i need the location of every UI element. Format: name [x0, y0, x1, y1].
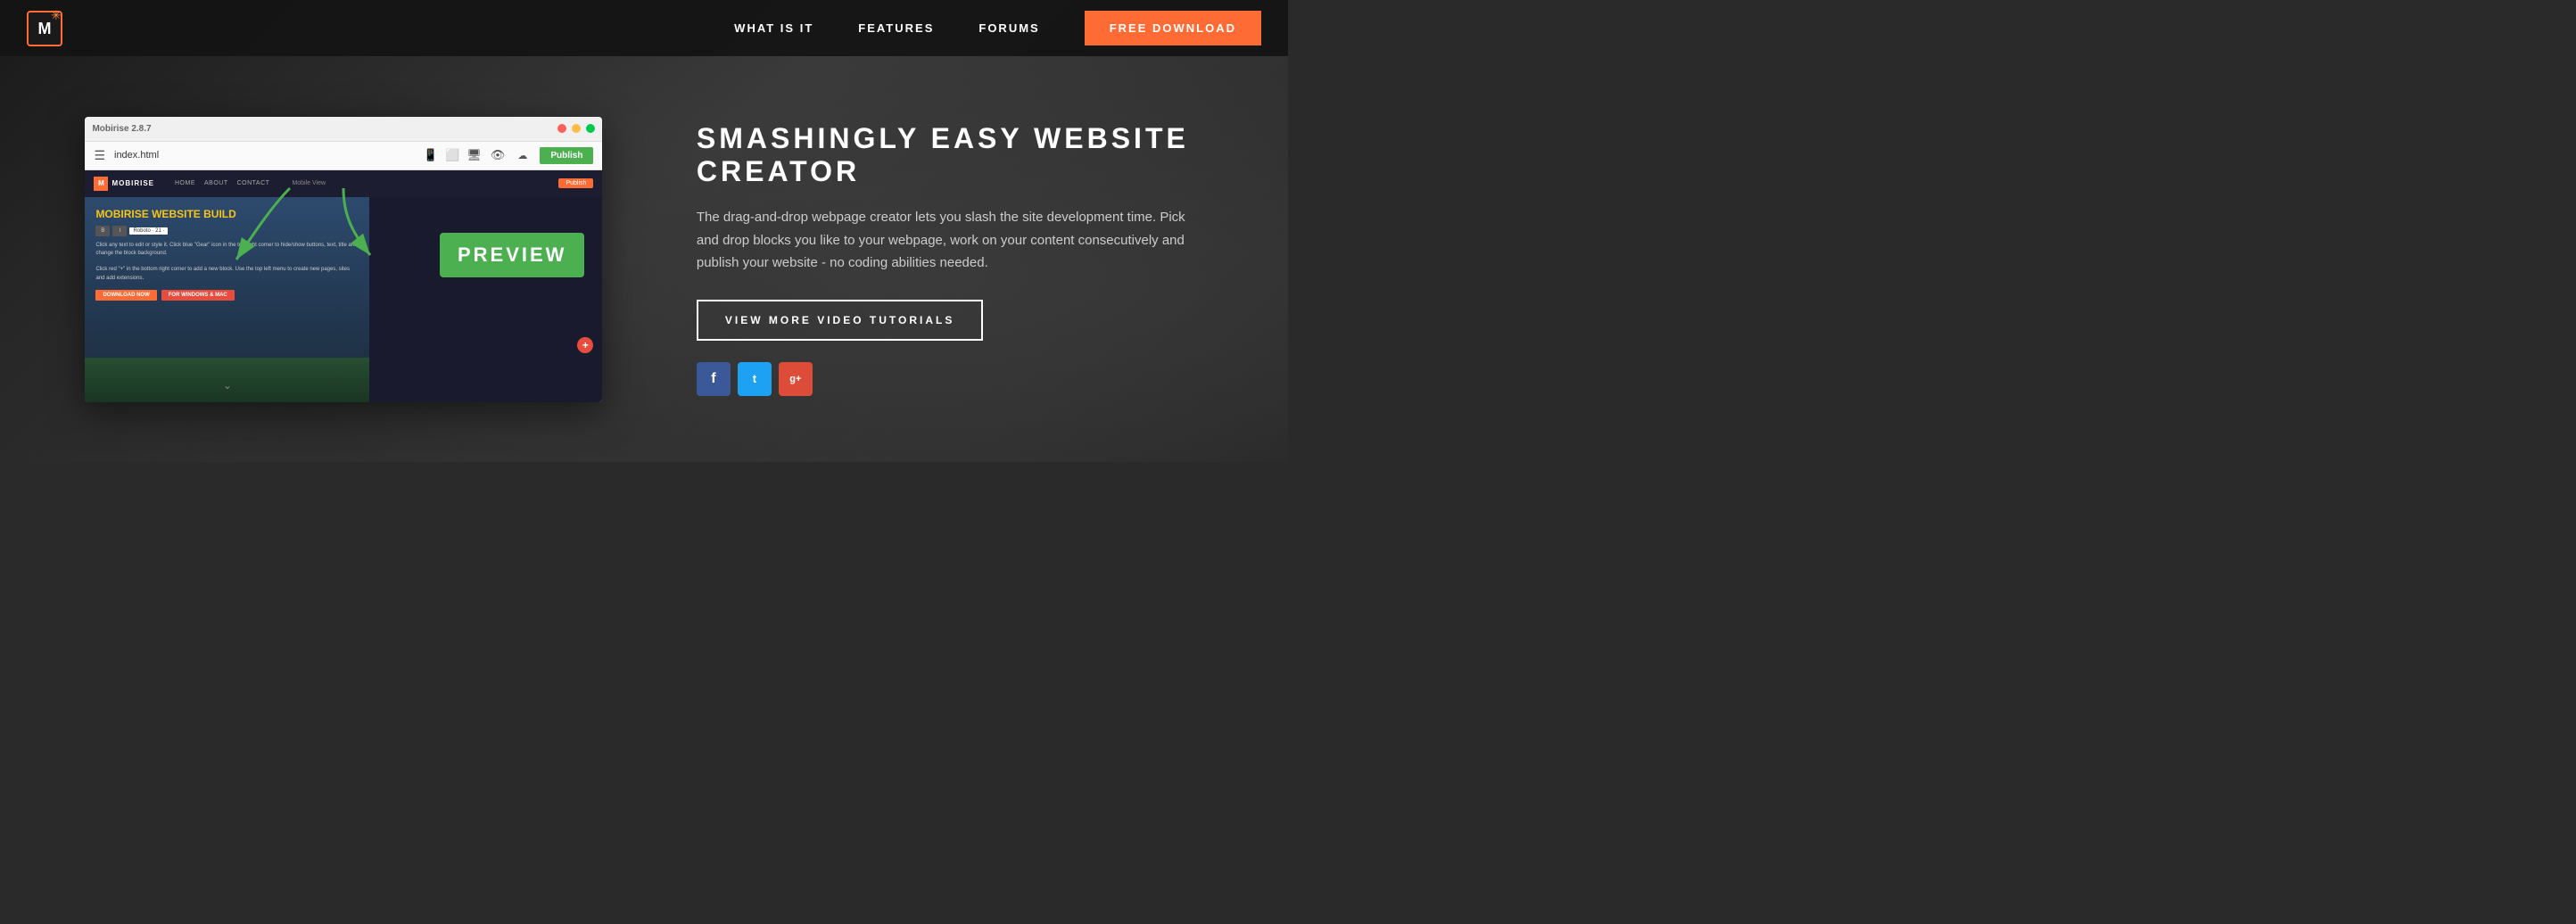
- inner-nav-home: HOME: [175, 180, 195, 186]
- logo: M ✳: [27, 11, 62, 46]
- close-btn[interactable]: [557, 124, 566, 133]
- logo-letter: M: [38, 21, 52, 37]
- twitter-icon: t: [753, 372, 756, 385]
- inner-hero-text-1: Click any text to edit or style it. Clic…: [95, 242, 359, 259]
- app-titlebar: Mobirise 2.8.7: [85, 117, 602, 142]
- tablet-icon[interactable]: ⬜: [445, 148, 459, 162]
- inner-windows-button[interactable]: FOR WINDOWS & MAC: [161, 290, 235, 301]
- titlebar-controls: [557, 124, 595, 133]
- right-section: SMASHINGLY EASY WEBSITE CREATOR The drag…: [670, 56, 1288, 462]
- googleplus-button[interactable]: g+: [779, 362, 813, 396]
- inner-action-buttons: DOWNLOAD NOW FOR WINDOWS & MAC: [95, 290, 359, 301]
- cloud-icon: ☁: [517, 150, 527, 161]
- facebook-button[interactable]: f: [697, 362, 731, 396]
- preview-overlay-button[interactable]: PREVIEW: [440, 233, 584, 277]
- googleplus-icon: g+: [789, 374, 801, 384]
- device-icons: 📱 ⬜ 🖥: [424, 148, 482, 162]
- inner-logo-box: M: [94, 177, 108, 191]
- bold-icon: B: [95, 226, 110, 236]
- filename-label: index.html: [114, 150, 415, 161]
- inner-nav-about: ABOUT: [204, 180, 228, 186]
- view-tutorials-button[interactable]: VIEW MORE VIDEO TUTORIALS: [697, 300, 983, 341]
- app-title: Mobirise 2.8.7: [92, 124, 151, 134]
- inner-preview: M MOBIRISE HOME ABOUT CONTACT Mobile Vie…: [85, 170, 602, 402]
- navbar-nav: WHAT IS IT FEATURES FORUMS FREE DOWNLOAD: [734, 11, 1261, 45]
- left-section: Mobirise 2.8.7 ☰ index.html 📱 ⬜ 🖥: [0, 56, 670, 462]
- twitter-button[interactable]: t: [738, 362, 772, 396]
- inner-hero-toolbar: B I Roboto · 21 ·: [95, 226, 359, 236]
- scroll-down-icon: ⌄: [223, 379, 232, 392]
- inner-publish-button[interactable]: Publish: [558, 178, 593, 188]
- hero-title-line1: SMASHINGLY EASY WEBSITE: [697, 122, 1189, 154]
- inner-content-area: MOBIRISE WEBSITE BUILD B I Roboto · 21 ·…: [85, 197, 602, 402]
- free-download-button[interactable]: FREE DOWNLOAD: [1085, 11, 1261, 45]
- app-toolbar: ☰ index.html 📱 ⬜ 🖥 👁 ☁ Publish: [85, 142, 602, 170]
- main-content: Mobirise 2.8.7 ☰ index.html 📱 ⬜ 🖥: [0, 56, 1288, 462]
- hero-title: SMASHINGLY EASY WEBSITE CREATOR: [697, 122, 1252, 188]
- social-buttons: f t g+: [697, 362, 1252, 396]
- inner-brand: MOBIRISE: [111, 179, 154, 187]
- facebook-icon: f: [711, 371, 715, 387]
- hero-title-line2: CREATOR: [697, 155, 860, 187]
- menu-icon[interactable]: ☰: [94, 148, 105, 163]
- inner-hero-title: MOBIRISE WEBSITE BUILD: [95, 208, 359, 220]
- minimize-btn[interactable]: [572, 124, 581, 133]
- nav-features[interactable]: FEATURES: [858, 21, 934, 35]
- inner-logo: M MOBIRISE: [94, 177, 154, 191]
- inner-nav-links: HOME ABOUT CONTACT: [175, 180, 269, 186]
- italic-icon: I: [112, 226, 127, 236]
- desktop-icon[interactable]: 🖥: [466, 148, 482, 162]
- inner-hero-text-2: Click red "+" in the bottom right corner…: [95, 266, 359, 283]
- navbar: M ✳ WHAT IS IT FEATURES FORUMS FREE DOWN…: [0, 0, 1288, 56]
- inner-mobile-view-label: Mobile View: [292, 180, 326, 186]
- font-select: Roboto · 21 ·: [129, 227, 168, 235]
- inner-download-button[interactable]: DOWNLOAD NOW: [95, 290, 156, 301]
- logo-icon: M ✳: [27, 11, 62, 46]
- add-block-button[interactable]: +: [577, 337, 593, 353]
- gear-icon: ✳: [51, 8, 65, 22]
- publish-button[interactable]: Publish: [540, 147, 593, 164]
- nav-forums[interactable]: FORUMS: [978, 21, 1039, 35]
- inner-navbar: M MOBIRISE HOME ABOUT CONTACT Mobile Vie…: [85, 170, 602, 197]
- app-window-wrapper: Mobirise 2.8.7 ☰ index.html 📱 ⬜ 🖥: [85, 117, 602, 402]
- mobile-icon[interactable]: 📱: [424, 148, 438, 162]
- inner-hero: MOBIRISE WEBSITE BUILD B I Roboto · 21 ·…: [85, 197, 369, 402]
- hero-description: The drag-and-drop webpage creator lets y…: [697, 206, 1196, 275]
- inner-nav-contact: CONTACT: [237, 180, 270, 186]
- nav-what-is-it[interactable]: WHAT IS IT: [734, 21, 813, 35]
- eye-icon[interactable]: 👁: [491, 148, 506, 162]
- maximize-btn[interactable]: [586, 124, 595, 133]
